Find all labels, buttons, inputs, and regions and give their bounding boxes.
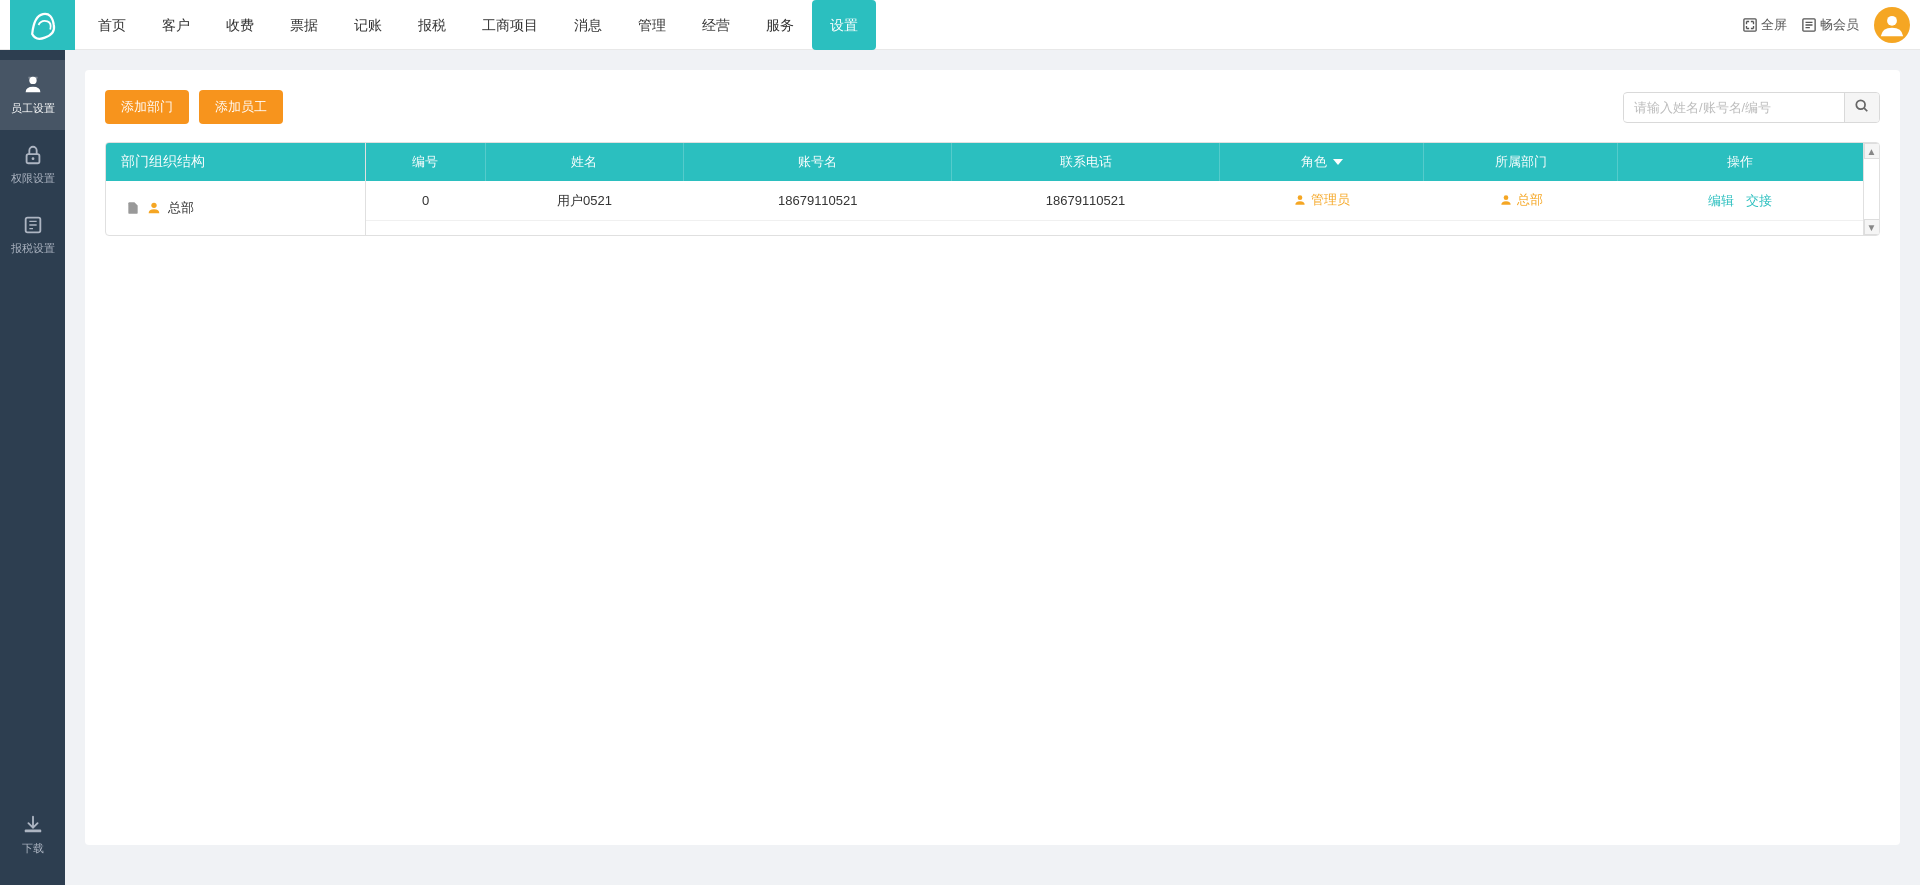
search-button[interactable] <box>1844 93 1879 122</box>
tree-body: 总部 <box>106 181 365 235</box>
tree-item-label: 总部 <box>168 199 194 217</box>
nav-right-actions: 全屏 畅会员 <box>1743 7 1910 43</box>
col-phone: 联系电话 <box>952 143 1220 181</box>
svg-marker-11 <box>1333 159 1343 165</box>
cell-dept: 总部 <box>1424 181 1617 221</box>
content-card: 添加部门 添加员工 部门组织结构 <box>85 70 1900 845</box>
nav-item-home[interactable]: 首页 <box>80 0 144 50</box>
table-scrollbar: ▲ ▼ <box>1863 143 1879 235</box>
svg-point-12 <box>1298 195 1303 200</box>
svg-rect-0 <box>1744 18 1756 30</box>
nav-item-manage[interactable]: 管理 <box>620 0 684 50</box>
sidebar-item-permission[interactable]: 权限设置 <box>0 130 65 200</box>
nav-item-service[interactable]: 服务 <box>748 0 812 50</box>
add-dept-button[interactable]: 添加部门 <box>105 90 189 124</box>
svg-rect-8 <box>24 830 41 833</box>
panel-layout: 部门组织结构 总部 <box>105 142 1880 236</box>
sidebar-label-permission: 权限设置 <box>11 171 55 186</box>
logo <box>10 0 75 50</box>
sidebar-bottom: 下载 <box>22 800 44 885</box>
add-staff-button[interactable]: 添加员工 <box>199 90 283 124</box>
sidebar-item-employee[interactable]: 员工设置 <box>0 60 65 130</box>
svg-rect-4 <box>28 77 37 79</box>
svg-point-13 <box>1503 195 1508 200</box>
sidebar-label-download: 下载 <box>22 841 44 856</box>
cell-role: 管理员 <box>1219 181 1424 221</box>
nav-item-invoice[interactable]: 票据 <box>272 0 336 50</box>
svg-point-9 <box>1856 100 1865 109</box>
col-dept: 所属部门 <box>1424 143 1617 181</box>
sidebar-label-taxsettings: 报税设置 <box>11 241 55 256</box>
cell-account: 18679110521 <box>684 181 952 221</box>
cell-actions: 编辑 交接 <box>1617 181 1863 221</box>
edit-link[interactable]: 编辑 <box>1708 193 1734 208</box>
col-account: 账号名 <box>684 143 952 181</box>
tree-item-general[interactable]: 总部 <box>116 191 355 225</box>
fullscreen-button[interactable]: 全屏 <box>1743 16 1787 34</box>
scroll-down-button[interactable]: ▼ <box>1864 219 1880 235</box>
table-row: 0 用户0521 18679110521 18679110521 <box>366 181 1863 221</box>
top-navbar: 首页 客户 收费 票据 记账 报税 工商项目 消息 管理 经营 服务 设置 全屏… <box>0 0 1920 50</box>
cell-name: 用户0521 <box>485 181 684 221</box>
col-id: 编号 <box>366 143 485 181</box>
fullscreen-label: 全屏 <box>1761 16 1787 34</box>
nav-item-settings[interactable]: 设置 <box>812 0 876 50</box>
member-button[interactable]: 畅会员 <box>1802 16 1859 34</box>
nav-item-message[interactable]: 消息 <box>556 0 620 50</box>
table-panel: 编号 姓名 账号名 联系电话 角色 <box>366 143 1863 235</box>
handover-link[interactable]: 交接 <box>1746 193 1772 208</box>
sidebar-item-download[interactable]: 下载 <box>22 800 44 870</box>
nav-item-client[interactable]: 客户 <box>144 0 208 50</box>
employee-table: 编号 姓名 账号名 联系电话 角色 <box>366 143 1863 221</box>
scroll-up-button[interactable]: ▲ <box>1864 143 1880 159</box>
sidebar-label-employee: 员工设置 <box>11 101 55 116</box>
search-box <box>1623 92 1880 123</box>
col-actions: 操作 <box>1617 143 1863 181</box>
cell-phone: 18679110521 <box>952 181 1220 221</box>
avatar[interactable] <box>1874 7 1910 43</box>
nav-item-fee[interactable]: 收费 <box>208 0 272 50</box>
nav-menu: 首页 客户 收费 票据 记账 报税 工商项目 消息 管理 经营 服务 设置 <box>80 0 1743 50</box>
tree-panel-header: 部门组织结构 <box>106 143 365 181</box>
svg-point-10 <box>151 203 156 208</box>
search-input[interactable] <box>1624 94 1844 121</box>
member-label: 畅会员 <box>1820 16 1859 34</box>
role-filter-label: 角色 <box>1301 153 1343 171</box>
sidebar: 员工设置 权限设置 报税设置 下载 <box>0 50 65 885</box>
nav-item-operation[interactable]: 经营 <box>684 0 748 50</box>
nav-item-bookkeeping[interactable]: 记账 <box>336 0 400 50</box>
svg-point-6 <box>31 157 34 160</box>
app-body: 员工设置 权限设置 报税设置 下载 <box>0 50 1920 885</box>
toolbar: 添加部门 添加员工 <box>105 90 1880 124</box>
main-content: 添加部门 添加员工 部门组织结构 <box>65 50 1920 885</box>
cell-id: 0 <box>366 181 485 221</box>
nav-item-business[interactable]: 工商项目 <box>464 0 556 50</box>
col-name: 姓名 <box>485 143 684 181</box>
nav-item-tax[interactable]: 报税 <box>400 0 464 50</box>
svg-point-2 <box>1887 15 1897 25</box>
tree-panel: 部门组织结构 总部 <box>106 143 366 235</box>
col-role[interactable]: 角色 <box>1219 143 1424 181</box>
sidebar-item-taxsettings[interactable]: 报税设置 <box>0 200 65 270</box>
